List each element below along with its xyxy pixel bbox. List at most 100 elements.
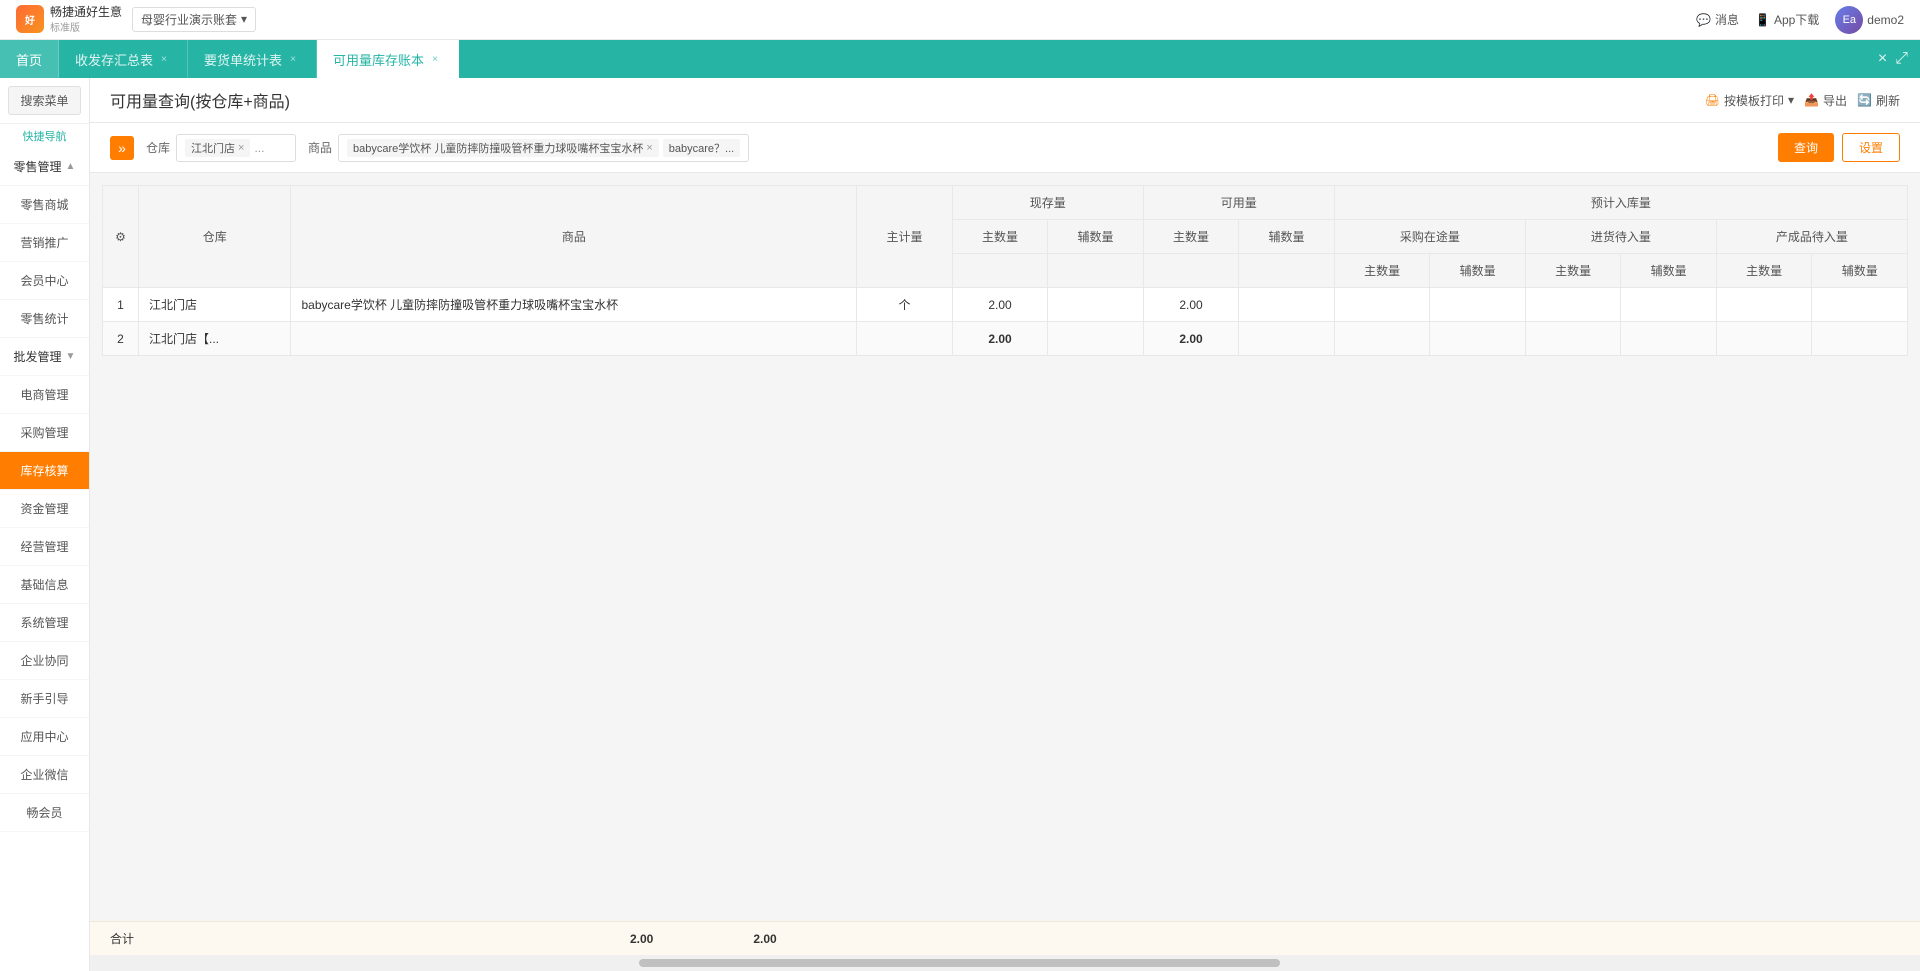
row1-inc-aux [1621, 288, 1717, 322]
expand-btn[interactable]: ⤢ [1895, 50, 1908, 68]
col-expected-header: 预计入库量 [1334, 186, 1907, 220]
sidebar-item-enterprise-label: 企业协同 [20, 654, 68, 668]
sidebar-item-wechat[interactable]: 企业微信 [0, 756, 89, 794]
col-stock-main-header: 主数量 [952, 220, 1048, 254]
product-tag2-text: babycare？... [669, 140, 734, 156]
sidebar-item-ecommerce-label: 电商管理 [20, 388, 68, 402]
sidebar-item-purchase[interactable]: 采购管理 [0, 414, 89, 452]
sidebar-item-app-center[interactable]: 应用中心 [0, 718, 89, 756]
avatar: Ea [1835, 6, 1863, 34]
quick-nav-label: 快捷导航 [23, 131, 67, 143]
sidebar-item-finance[interactable]: 资金管理 [0, 490, 89, 528]
row1-pur-aux [1430, 288, 1526, 322]
row1-warehouse: 江北门店 [139, 288, 291, 322]
tab-shoufacun-close[interactable]: × [157, 52, 171, 66]
col-avail-aux2 [1239, 254, 1335, 288]
row2-avail-main: 2.00 [1143, 322, 1239, 356]
industry-select[interactable]: 母婴行业演示账套 ▾ [132, 7, 256, 32]
sidebar-search-area: 搜索菜单 [0, 78, 89, 124]
page-header: 可用量查询(按仓库+商品) 🖨 按模板打印 ▾ 📤 导出 🔄 刷新 [90, 78, 1920, 123]
sidebar-item-retail-mall[interactable]: 零售商城 [0, 186, 89, 224]
warehouse-tag-close[interactable]: × [238, 142, 244, 154]
warehouse-input[interactable]: 江北门店 × ... [176, 134, 296, 162]
sidebar-item-marketing[interactable]: 营销推广 [0, 224, 89, 262]
user-area[interactable]: Ea demo2 [1835, 6, 1904, 34]
tab-keyongliang[interactable]: 可用量库存账本 × [317, 40, 459, 78]
query-btn[interactable]: 查询 [1778, 133, 1834, 162]
filter-toggle-btn[interactable]: » [110, 136, 134, 160]
col-available-header: 可用量 [1143, 186, 1334, 220]
close-all-btn[interactable]: × [1878, 50, 1887, 68]
sidebar-item-inventory[interactable]: 库存核算 [0, 452, 89, 490]
col-unit-header: 主计量 [857, 186, 953, 288]
col-product-header: 商品 [291, 186, 857, 288]
col-stock-header: 现存量 [952, 186, 1143, 220]
avatar-text: Ea [1843, 14, 1856, 26]
app-download-label: App下载 [1774, 11, 1819, 28]
col-prod-main: 主数量 [1716, 254, 1812, 288]
template-print-btn[interactable]: 🖨 按模板打印 ▾ [1705, 92, 1794, 109]
sidebar-item-basic-info-label: 基础信息 [20, 578, 68, 592]
product-tag1-text: babycare学饮杯 儿童防摔防撞吸管杯重力球吸嘴杯宝宝水杯 [353, 140, 643, 156]
col-avail-aux-header: 辅数量 [1239, 220, 1335, 254]
row2-stock-main: 2.00 [952, 322, 1048, 356]
tab-home[interactable]: 首页 [0, 40, 59, 78]
col-avail-main2 [1143, 254, 1239, 288]
sidebar-item-newbie[interactable]: 新手引导 [0, 680, 89, 718]
sidebar-item-wechat-label: 企业微信 [20, 768, 68, 782]
col-inc-main: 主数量 [1525, 254, 1621, 288]
logo-text-area: 畅捷通好生意 标准版 [50, 5, 122, 34]
tab-keyongliang-close[interactable]: × [428, 52, 442, 66]
product-tag2: babycare？... [663, 139, 740, 157]
sidebar-item-member[interactable]: 会员中心 [0, 262, 89, 300]
page-title: 可用量查询(按仓库+商品) [110, 88, 290, 112]
logo-sub: 标准版 [50, 19, 122, 34]
sidebar-item-system[interactable]: 系统管理 [0, 604, 89, 642]
search-menu-btn[interactable]: 搜索菜单 [8, 86, 81, 115]
app-download-btn[interactable]: 📱 App下载 [1755, 11, 1819, 28]
tab-yaohuo[interactable]: 要货单统计表 × [188, 40, 317, 78]
row1-avail-aux [1239, 288, 1335, 322]
sidebar-item-wholesale[interactable]: 批发管理 ▼ [0, 338, 89, 376]
row1-pur-main [1334, 288, 1430, 322]
sidebar-item-newbie-label: 新手引导 [20, 692, 68, 706]
col-prod-aux: 辅数量 [1812, 254, 1908, 288]
message-btn[interactable]: 💬 消息 [1696, 11, 1739, 28]
product-tag1: babycare学饮杯 儿童防摔防撞吸管杯重力球吸嘴杯宝宝水杯 × [347, 139, 659, 157]
product-tag1-close[interactable]: × [646, 142, 652, 154]
sidebar-item-marketing-label: 营销推广 [20, 236, 68, 250]
row1-stock-aux [1048, 288, 1144, 322]
sidebar-item-purchase-label: 采购管理 [20, 426, 68, 440]
row2-inc-main [1525, 322, 1621, 356]
sidebar-item-retail-stats[interactable]: 零售统计 [0, 300, 89, 338]
row2-product [291, 322, 857, 356]
warehouse-more-icon[interactable]: ... [254, 141, 264, 155]
product-input[interactable]: babycare学饮杯 儿童防摔防撞吸管杯重力球吸嘴杯宝宝水杯 × babyca… [338, 134, 749, 162]
footer-available-total: 2.00 [753, 932, 776, 946]
col-incoming-header: 进货待入量 [1525, 220, 1716, 254]
sidebar-quick-nav[interactable]: 快捷导航 [0, 124, 89, 148]
sidebar-item-enterprise[interactable]: 企业协同 [0, 642, 89, 680]
sidebar-item-basic-info[interactable]: 基础信息 [0, 566, 89, 604]
refresh-btn[interactable]: 🔄 刷新 [1857, 92, 1900, 109]
sidebar-item-operations[interactable]: 经营管理 [0, 528, 89, 566]
col-settings-header[interactable]: ⚙ [103, 186, 139, 288]
settings-btn[interactable]: 设置 [1842, 133, 1900, 162]
print-icon: 🖨 [1705, 93, 1720, 107]
col-stock-main2 [952, 254, 1048, 288]
message-icon: 💬 [1696, 13, 1711, 27]
row1-avail-main: 2.00 [1143, 288, 1239, 322]
message-label: 消息 [1715, 11, 1739, 28]
export-btn[interactable]: 📤 导出 [1804, 92, 1847, 109]
row2-inc-aux [1621, 322, 1717, 356]
sidebar-item-wholesale-label: 批发管理 [14, 348, 62, 365]
logo-area: 好 畅捷通好生意 标准版 [16, 5, 122, 34]
tab-shoufacun[interactable]: 收发存汇总表 × [59, 40, 188, 78]
chevron-print-icon: ▾ [1788, 93, 1794, 107]
scroll-area[interactable] [90, 955, 1920, 971]
tab-yaohuo-close[interactable]: × [286, 52, 300, 66]
col-stock-aux2 [1048, 254, 1144, 288]
sidebar-item-ecommerce[interactable]: 电商管理 [0, 376, 89, 414]
sidebar-item-retail-mgmt[interactable]: 零售管理 ▲ [0, 148, 89, 186]
sidebar-item-member2[interactable]: 畅会员 [0, 794, 89, 832]
